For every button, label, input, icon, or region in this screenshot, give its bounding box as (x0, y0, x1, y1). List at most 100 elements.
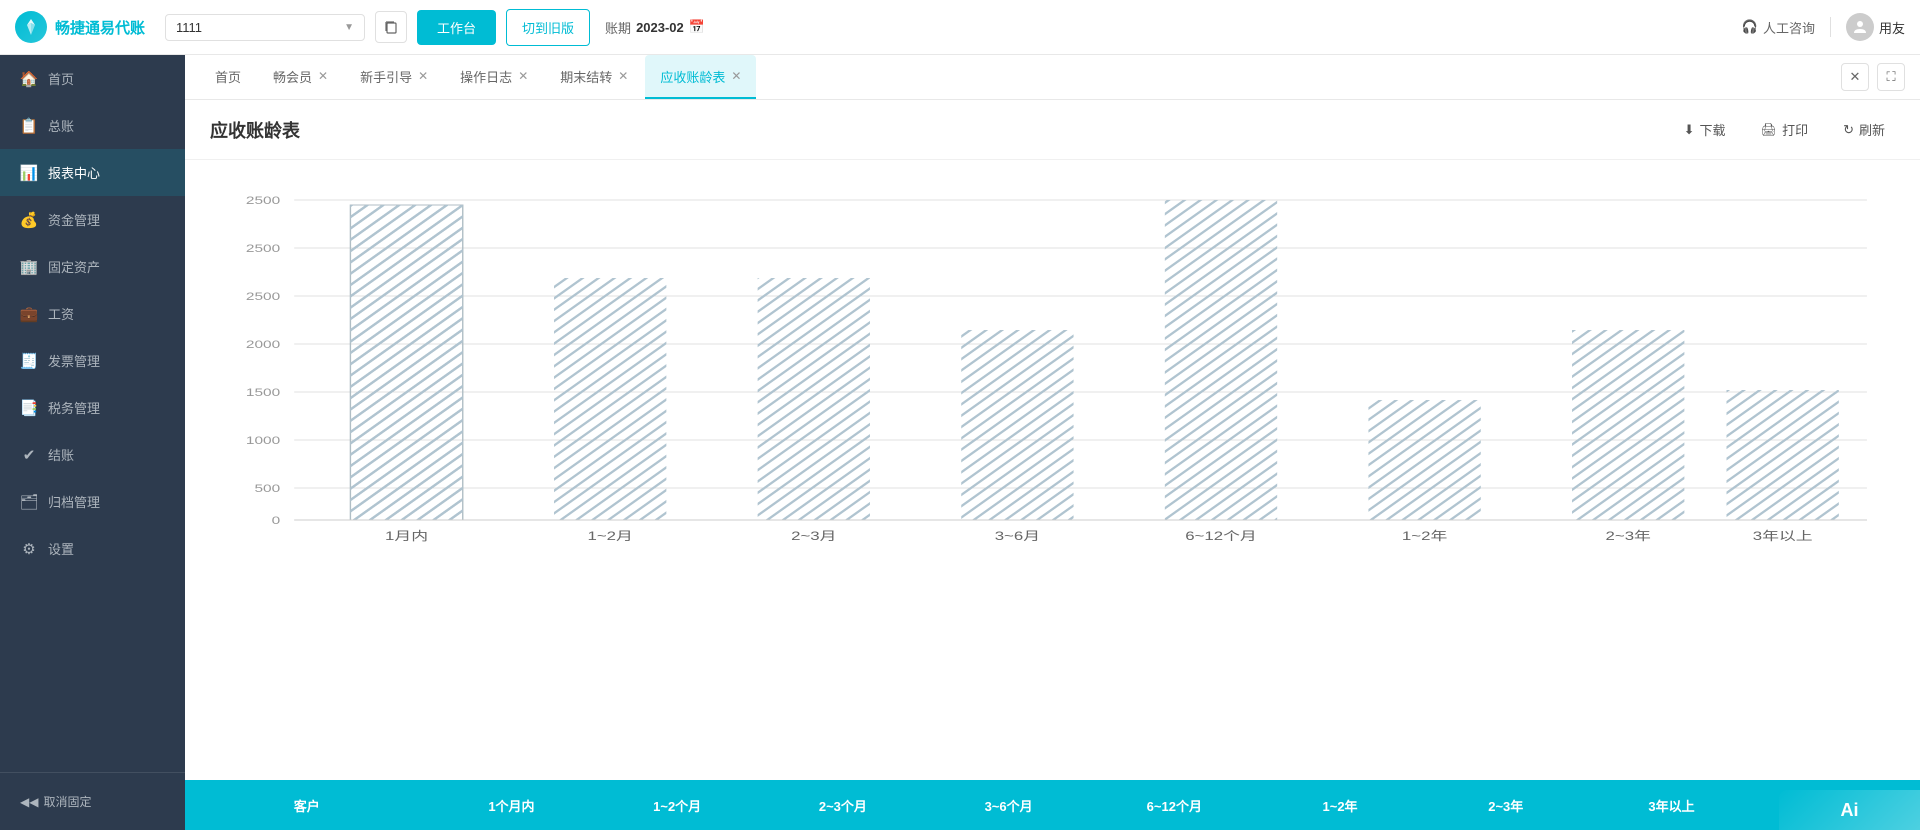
svg-text:2~3月: 2~3月 (791, 530, 836, 543)
sidebar-item-home[interactable]: 🏠 首页 (0, 55, 185, 102)
sidebar-item-reports[interactable]: 📊 报表中心 (0, 149, 185, 196)
sidebar-item-invoice[interactable]: 🧾 发票管理 (0, 337, 185, 384)
ai-label: Ai (1841, 800, 1859, 821)
svg-text:2000: 2000 (246, 338, 280, 350)
sidebar-item-label: 设置 (48, 539, 74, 558)
svg-text:1月内: 1月内 (385, 529, 428, 543)
svg-text:3年以上: 3年以上 (1753, 529, 1813, 543)
user-info[interactable]: 用友 (1846, 13, 1905, 41)
print-button[interactable]: 🖨 打印 (1751, 115, 1819, 144)
tab-actions: ✕ ⛶ (1841, 63, 1905, 91)
workbench-button[interactable]: 工作台 (417, 10, 496, 45)
table-col-2~3个月: 2~3个月 (760, 796, 926, 815)
sidebar-bottom: ◀◀ 取消固定 (0, 772, 185, 830)
sidebar-item-label: 结账 (48, 445, 74, 464)
company-selector[interactable]: 1111 ▼ (165, 14, 365, 41)
svg-text:1~2年: 1~2年 (1402, 529, 1447, 543)
refresh-button[interactable]: ↻ 刷新 (1833, 115, 1895, 144)
page-title: 应收账龄表 (210, 117, 300, 143)
logo-text: 畅捷通易代账 (55, 17, 145, 38)
sidebar-item-ledger[interactable]: 📋 总账 (0, 102, 185, 149)
logo: 畅捷通易代账 (15, 11, 145, 43)
sidebar-item-label: 资金管理 (48, 210, 100, 229)
page-actions: ⬇ 下载 🖨 打印 ↻ 刷新 (1674, 115, 1895, 144)
content-area: 首页畅会员✕新手引导✕操作日志✕期末结转✕应收账龄表✕ ✕ ⛶ 应收账龄表 ⬇ … (185, 55, 1920, 830)
tab-close-oplog[interactable]: ✕ (518, 69, 528, 83)
headset-icon: 🎧 (1742, 19, 1758, 35)
chevron-down-icon: ▼ (344, 22, 354, 33)
svg-text:1~2月: 1~2月 (587, 530, 632, 543)
invoice-icon: 🧾 (20, 352, 38, 370)
table-col-1~2年: 1~2年 (1257, 796, 1423, 815)
period-display: 账期 2023-02 📅 (605, 18, 705, 37)
reports-icon: 📊 (20, 164, 38, 182)
sidebar-item-assets[interactable]: 🏢 固定资产 (0, 243, 185, 290)
tab-close-period_end[interactable]: ✕ (618, 69, 628, 83)
tab-close-aging[interactable]: ✕ (731, 69, 741, 83)
calendar-icon[interactable]: 📅 (689, 19, 705, 35)
cancel-fixed-label: 取消固定 (43, 793, 91, 810)
tab-aging[interactable]: 应收账龄表✕ (645, 55, 756, 99)
page-header: 应收账龄表 ⬇ 下载 🖨 打印 ↻ 刷新 (185, 100, 1920, 160)
table-col-2~3年: 2~3年 (1423, 796, 1589, 815)
sidebar-item-salary[interactable]: 💼 工资 (0, 290, 185, 337)
sidebar-item-checkout[interactable]: ✔ 结账 (0, 431, 185, 478)
tab-label-oplog: 操作日志 (460, 67, 512, 86)
main-content: 🏠 首页 📋 总账 📊 报表中心 💰 资金管理 🏢 固定资产 💼 工资 🧾 发票… (0, 55, 1920, 830)
svg-text:2500: 2500 (246, 194, 280, 206)
header: 畅捷通易代账 1111 ▼ 工作台 切到旧版 账期 2023-02 📅 🎧 人工… (0, 0, 1920, 55)
chart-container: 2500 2500 2500 2000 1500 1000 500 0 (210, 180, 1895, 560)
tab-label-home: 首页 (215, 67, 241, 86)
svg-text:1000: 1000 (246, 434, 280, 446)
table-header: 客户1个月内1~2个月2~3个月3~6个月6~12个月1~2年2~3年3年以上合… (185, 780, 1920, 830)
tab-home[interactable]: 首页 (200, 55, 256, 99)
sidebar-item-funds[interactable]: 💰 资金管理 (0, 196, 185, 243)
sidebar-item-label: 总账 (48, 116, 74, 135)
period-value: 2023-02 (636, 20, 684, 35)
sidebar-menu: 🏠 首页 📋 总账 📊 报表中心 💰 资金管理 🏢 固定资产 💼 工资 🧾 发票… (0, 55, 185, 572)
sidebar-item-settings[interactable]: ⚙ 设置 (0, 525, 185, 572)
table-col-6~12个月: 6~12个月 (1091, 796, 1257, 815)
consult-button[interactable]: 🎧 人工咨询 (1742, 18, 1815, 37)
tab-close-guide[interactable]: ✕ (418, 69, 428, 83)
salary-icon: 💼 (20, 305, 38, 323)
divider (1830, 17, 1831, 37)
ai-badge[interactable]: Ai (1779, 790, 1920, 830)
company-name: 1111 (176, 20, 339, 35)
logo-icon (15, 11, 47, 43)
download-button[interactable]: ⬇ 下载 (1674, 115, 1736, 144)
table-col-3~6个月: 3~6个月 (926, 796, 1092, 815)
username: 用友 (1879, 18, 1905, 37)
table-col-3年以上: 3年以上 (1589, 796, 1755, 815)
period-label: 账期 (605, 18, 631, 37)
settings-icon: ⚙ (20, 540, 38, 558)
table-col-客户: 客户 (185, 796, 429, 815)
close-tab-button[interactable]: ✕ (1841, 63, 1869, 91)
sidebar-item-label: 固定资产 (48, 257, 100, 276)
ledger-icon: 📋 (20, 117, 38, 135)
svg-text:3~6月: 3~6月 (995, 530, 1040, 543)
tab-period_end[interactable]: 期末结转✕ (545, 55, 643, 99)
svg-text:2500: 2500 (246, 290, 280, 302)
cancel-fixed-button[interactable]: ◀◀ 取消固定 (0, 783, 185, 820)
expand-tab-button[interactable]: ⛶ (1877, 63, 1905, 91)
svg-text:2~3年: 2~3年 (1606, 529, 1651, 543)
sidebar-item-archive[interactable]: 🗂 归档管理 (0, 478, 185, 525)
table-col-1个月内: 1个月内 (429, 796, 595, 815)
tabs-list: 首页畅会员✕新手引导✕操作日志✕期末结转✕应收账龄表✕ (200, 55, 756, 99)
tab-oplog[interactable]: 操作日志 ✕ (445, 55, 543, 99)
checkout-icon: ✔ (20, 446, 38, 464)
page-content: 应收账龄表 ⬇ 下载 🖨 打印 ↻ 刷新 (185, 100, 1920, 830)
sidebar-item-label: 报表中心 (48, 163, 100, 182)
tab-guide[interactable]: 新手引导✕ (345, 55, 443, 99)
app-container: 畅捷通易代账 1111 ▼ 工作台 切到旧版 账期 2023-02 📅 🎧 人工… (0, 0, 1920, 830)
tab-bar: 首页畅会员✕新手引导✕操作日志✕期末结转✕应收账龄表✕ ✕ ⛶ (185, 55, 1920, 100)
copy-button[interactable] (375, 11, 407, 43)
svg-text:0: 0 (272, 514, 281, 526)
funds-icon: 💰 (20, 211, 38, 229)
sidebar-item-tax[interactable]: 📑 税务管理 (0, 384, 185, 431)
switch-version-button[interactable]: 切到旧版 (506, 9, 590, 46)
tab-member[interactable]: 畅会员✕ (258, 55, 343, 99)
aging-chart: 2500 2500 2500 2000 1500 1000 500 0 (210, 180, 1895, 560)
tab-close-member[interactable]: ✕ (318, 69, 328, 83)
